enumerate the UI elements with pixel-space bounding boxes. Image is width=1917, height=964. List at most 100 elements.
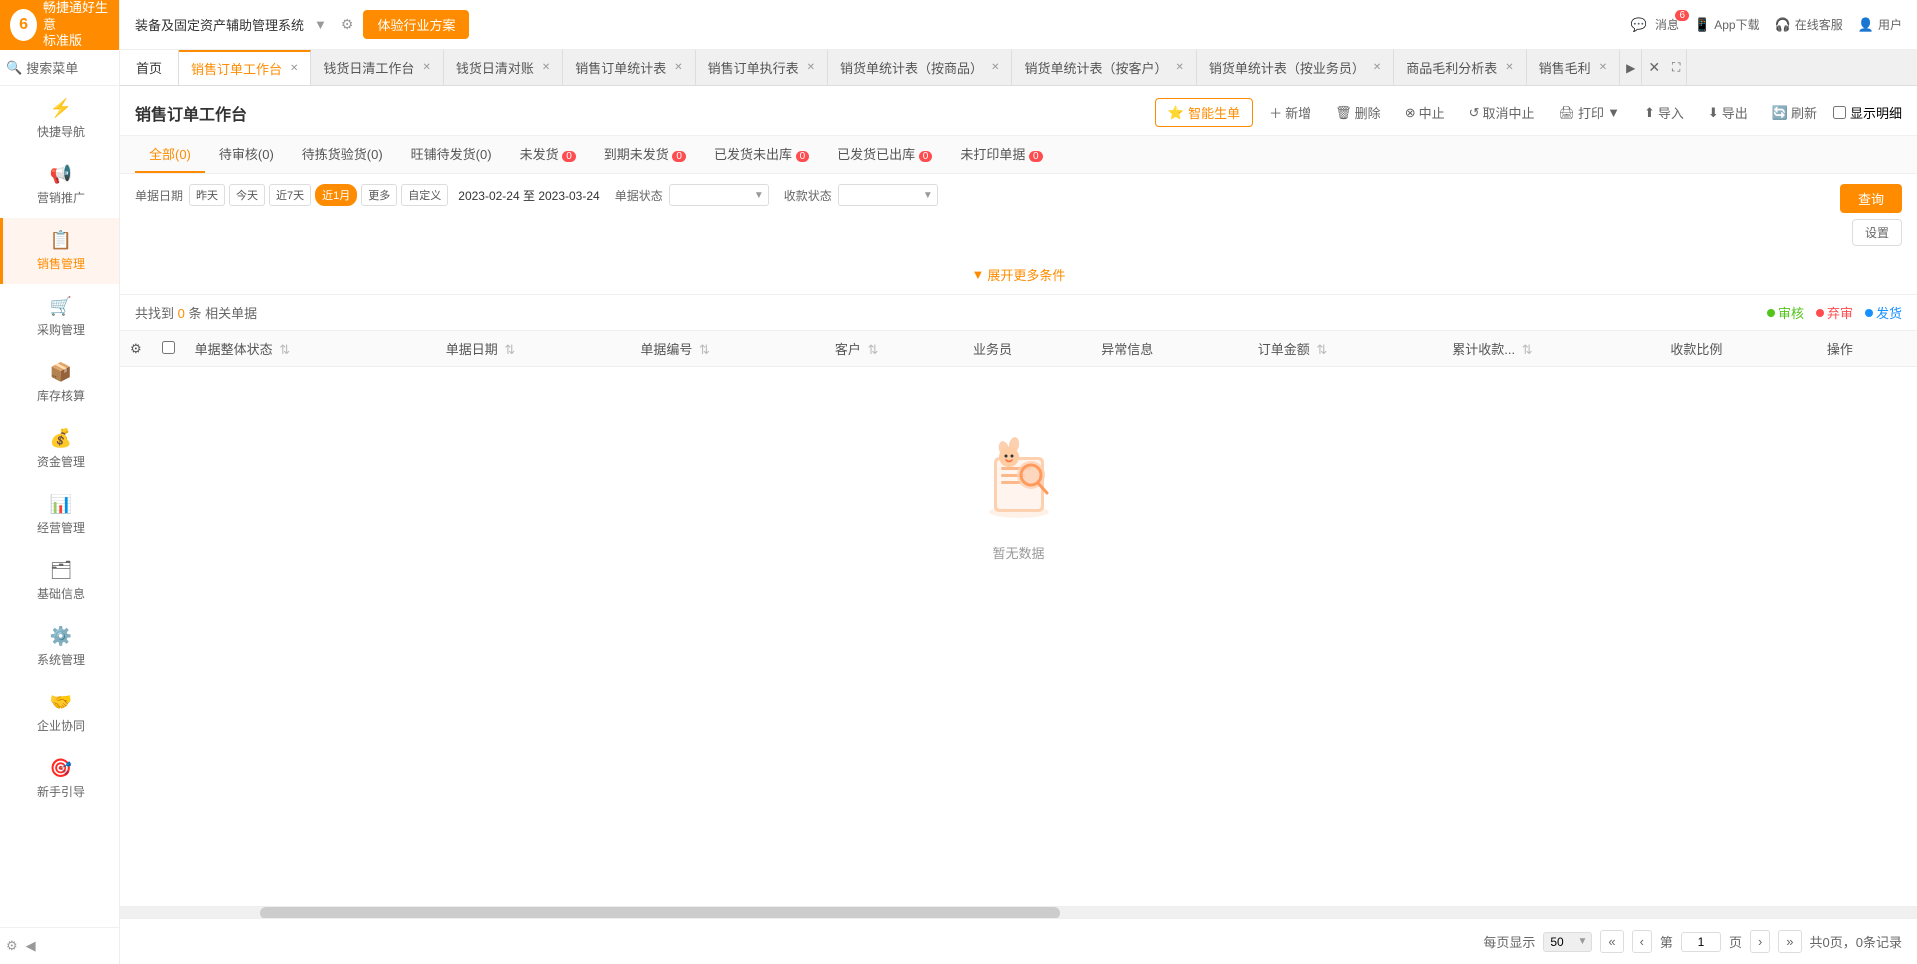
page-size-select[interactable]: 10 20 50 100 xyxy=(1543,932,1592,952)
smart-generate-button[interactable]: ⭐ 智能生单 xyxy=(1155,98,1253,127)
tab-sales-workbench[interactable]: 销售订单工作台 ✕ xyxy=(179,50,311,86)
first-page-button[interactable]: « xyxy=(1600,930,1623,953)
filter-tab-wangpu[interactable]: 旺铺待发货(0) xyxy=(397,136,506,173)
tab-expand-button[interactable]: ⛶ xyxy=(1666,50,1687,86)
col-settings[interactable]: ⚙ xyxy=(120,331,152,367)
purchase-icon: 🛒 xyxy=(50,296,72,317)
sort-customer-icon: ⇅ xyxy=(868,342,879,357)
date-btn-7days[interactable]: 近7天 xyxy=(269,184,311,206)
col-number[interactable]: 单据编号 ⇅ xyxy=(630,331,825,367)
tab-cash-reconcile[interactable]: 钱货日清对账 ✕ xyxy=(444,50,563,86)
sidebar-item-purchase[interactable]: 🛒 采购管理 xyxy=(0,284,119,350)
tab-sales-summary-staff[interactable]: 销货单统计表（按业务员） ✕ xyxy=(1197,50,1394,86)
expand-button[interactable]: ▼ 展开更多条件 xyxy=(972,265,1066,284)
tab-close-all-button[interactable]: ✕ xyxy=(1642,50,1666,86)
setting-button[interactable]: 设置 xyxy=(1852,219,1902,246)
tab-margin[interactable]: 商品毛利分析表 ✕ xyxy=(1394,50,1526,86)
filter-tab-not-shipped[interactable]: 未发货 0 xyxy=(506,136,590,173)
tab-home[interactable]: 首页 xyxy=(120,50,179,86)
tab-close-summary-product[interactable]: ✕ xyxy=(991,62,999,73)
sidebar-item-quick-nav[interactable]: ⚡ 快捷导航 xyxy=(0,86,119,152)
col-operation: 操作 xyxy=(1817,331,1917,367)
tab-close-gross[interactable]: ✕ xyxy=(1599,62,1607,73)
tab-close-summary-customer[interactable]: ✕ xyxy=(1175,62,1183,73)
show-detail-label[interactable]: 显示明细 xyxy=(1833,103,1902,122)
topbar-app-download[interactable]: 📱 App下载 xyxy=(1694,16,1760,33)
sidebar-item-inventory[interactable]: 📦 库存核算 xyxy=(0,350,119,416)
filter-tab-pending-check[interactable]: 待拣货验货(0) xyxy=(288,136,397,173)
date-btn-yesterday[interactable]: 昨天 xyxy=(189,184,225,206)
cancel-stop-button[interactable]: ↺ 取消中止 xyxy=(1461,99,1543,126)
sidebar-settings-icon[interactable]: ⚙ xyxy=(6,938,18,954)
tab-cash-daily[interactable]: 钱货日清工作台 ✕ xyxy=(311,50,443,86)
sales-icon: 📋 xyxy=(50,230,72,251)
filter-tab-pending-audit[interactable]: 待审核(0) xyxy=(205,136,288,173)
show-detail-checkbox[interactable] xyxy=(1833,106,1846,119)
topbar-user[interactable]: 👤 用户 xyxy=(1858,16,1902,33)
delete-button[interactable]: 🗑 删除 xyxy=(1327,99,1389,126)
tab-sales-summary-product[interactable]: 销货单统计表（按商品） ✕ xyxy=(828,50,1012,86)
payment-select[interactable] xyxy=(838,184,938,206)
col-amount[interactable]: 订单金额 ⇅ xyxy=(1248,331,1443,367)
sidebar-item-basic[interactable]: 🗂 基础信息 xyxy=(0,548,119,614)
tab-sales-summary-customer[interactable]: 销货单统计表（按客户） ✕ xyxy=(1012,50,1196,86)
sidebar-item-marketing[interactable]: 📢 营销推广 xyxy=(0,152,119,218)
col-status[interactable]: 单据整体状态 ⇅ xyxy=(185,331,436,367)
date-btn-more[interactable]: 更多 xyxy=(361,184,397,206)
filter-tab-all[interactable]: 全部(0) xyxy=(135,136,205,173)
filter-tab-overdue-not-shipped[interactable]: 到期未发货 0 xyxy=(590,136,700,173)
page-size-label: 每页显示 xyxy=(1483,932,1535,951)
scrollbar-area[interactable] xyxy=(120,906,1917,918)
sidebar-search[interactable]: 🔍 搜索菜单 xyxy=(0,50,119,86)
tab-more-button[interactable]: ▶ xyxy=(1620,50,1642,86)
filter-tab-not-printed[interactable]: 未打印单据 0 xyxy=(946,136,1056,173)
sidebar-item-sales[interactable]: 📋 销售管理 xyxy=(0,218,119,284)
sidebar-item-finance[interactable]: 💰 资金管理 xyxy=(0,416,119,482)
tab-close-sales-stats[interactable]: ✕ xyxy=(674,62,682,73)
col-collected[interactable]: 累计收款... ⇅ xyxy=(1442,331,1660,367)
ship-action[interactable]: 发货 xyxy=(1865,303,1902,322)
export-button[interactable]: ⬇ 导出 xyxy=(1700,99,1756,126)
add-button[interactable]: ＋ 新增 xyxy=(1261,99,1319,126)
topbar-service[interactable]: 🎧 在线客服 xyxy=(1775,16,1843,33)
experience-button[interactable]: 体验行业方案 xyxy=(363,10,469,39)
topbar-gear-icon[interactable]: ⚙ xyxy=(341,16,354,33)
topbar-dropdown-icon[interactable]: ▼ xyxy=(314,17,327,32)
date-btn-today[interactable]: 今天 xyxy=(229,184,265,206)
prev-page-button[interactable]: ‹ xyxy=(1632,930,1652,953)
refresh-button[interactable]: 🔄 刷新 xyxy=(1764,99,1825,126)
col-customer[interactable]: 客户 ⇅ xyxy=(825,331,963,367)
date-btn-1month[interactable]: 近1月 xyxy=(315,184,357,206)
tab-close-sales-exec[interactable]: ✕ xyxy=(807,62,815,73)
last-page-button[interactable]: » xyxy=(1778,930,1801,953)
topbar-message[interactable]: 💬 6 消息 xyxy=(1631,16,1679,33)
tab-close-summary-staff[interactable]: ✕ xyxy=(1373,62,1381,73)
tab-sales-stats[interactable]: 销售订单统计表 ✕ xyxy=(563,50,695,86)
filter-tab-shipped-out[interactable]: 已发货已出库 0 xyxy=(823,136,946,173)
audit-action[interactable]: 审核 xyxy=(1767,303,1804,322)
sidebar-item-cooperation[interactable]: 🤝 企业协同 xyxy=(0,680,119,746)
tab-close-cash-daily[interactable]: ✕ xyxy=(422,62,430,73)
page-input[interactable] xyxy=(1681,932,1721,952)
print-button[interactable]: 🖨 打印 ▼ xyxy=(1551,99,1628,126)
cancel-audit-action[interactable]: 弃审 xyxy=(1816,303,1853,322)
tab-sales-gross[interactable]: 销售毛利 ✕ xyxy=(1527,50,1620,86)
query-button[interactable]: 查询 xyxy=(1840,184,1902,213)
next-page-button[interactable]: › xyxy=(1750,930,1770,953)
import-button[interactable]: ⬆ 导入 xyxy=(1636,99,1692,126)
select-all-checkbox[interactable] xyxy=(162,341,175,354)
status-select[interactable] xyxy=(669,184,769,206)
tab-close-margin[interactable]: ✕ xyxy=(1505,62,1513,73)
tab-close-sales-workbench[interactable]: ✕ xyxy=(290,63,298,74)
col-date[interactable]: 单据日期 ⇅ xyxy=(436,331,631,367)
filter-tab-shipped-not-out[interactable]: 已发货未出库 0 xyxy=(700,136,823,173)
stop-button[interactable]: ⊗ 中止 xyxy=(1397,99,1453,126)
sidebar-item-operations[interactable]: 📊 经营管理 xyxy=(0,482,119,548)
col-checkbox[interactable] xyxy=(152,331,185,367)
date-btn-custom[interactable]: 自定义 xyxy=(401,184,448,206)
sidebar-item-system[interactable]: ⚙️ 系统管理 xyxy=(0,614,119,680)
sidebar-item-guide[interactable]: 🎯 新手引导 xyxy=(0,746,119,812)
tab-sales-exec[interactable]: 销售订单执行表 ✕ xyxy=(696,50,828,86)
sidebar-collapse-icon[interactable]: ◀ xyxy=(26,938,36,954)
tab-close-cash-reconcile[interactable]: ✕ xyxy=(542,62,550,73)
